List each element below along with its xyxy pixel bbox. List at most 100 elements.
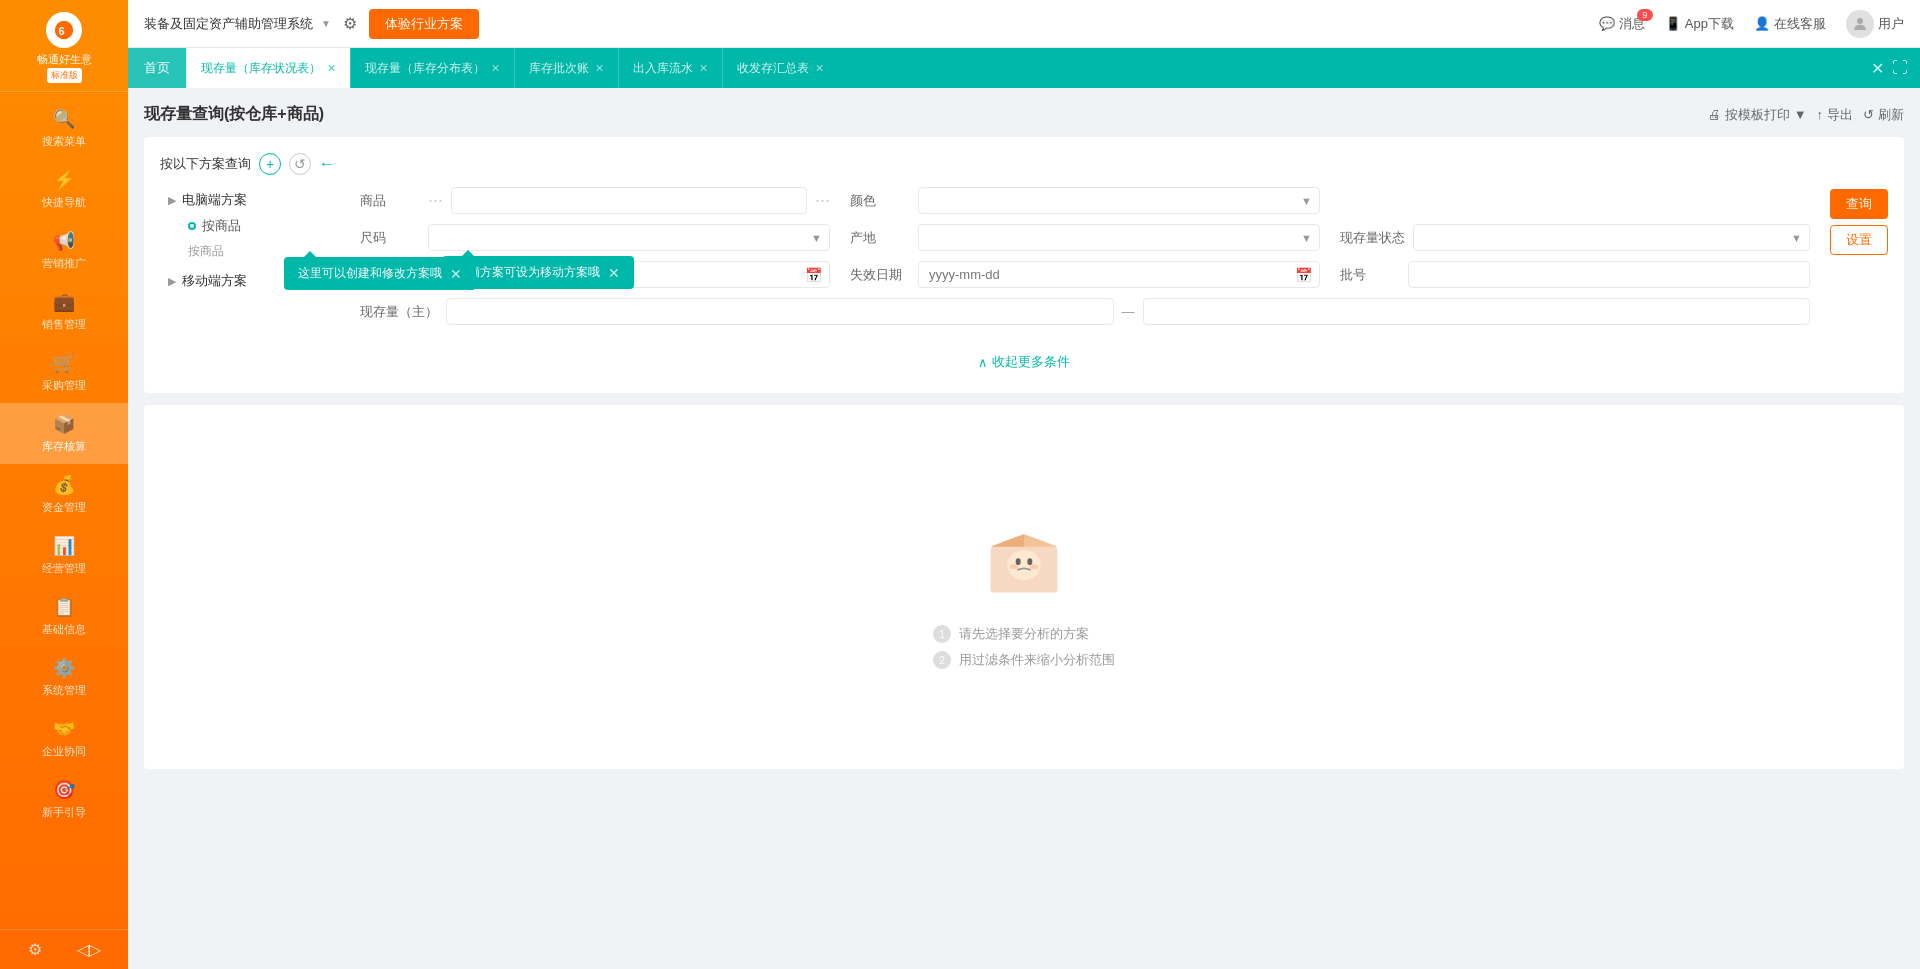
search-button[interactable]: 查询 bbox=[1830, 189, 1888, 219]
topbar: 装备及固定资产辅助管理系统 ▼ ⚙ 体验行业方案 💬 消息 9 📱 App下载 … bbox=[128, 0, 1920, 48]
topbar-gear-icon[interactable]: ⚙ bbox=[343, 14, 357, 33]
color-label: 颜色 bbox=[850, 192, 910, 210]
add-scheme-button[interactable]: + bbox=[259, 153, 281, 175]
product-more-dots: ··· bbox=[815, 190, 830, 211]
sidebar-item-guide[interactable]: 🎯 新手引导 bbox=[0, 769, 128, 830]
tip-number: 1 bbox=[933, 625, 951, 643]
close-all-tabs-icon[interactable]: ✕ bbox=[1871, 59, 1884, 78]
range-separator: — bbox=[1122, 304, 1135, 319]
page-title: 现存量查询(按仓库+商品) bbox=[144, 104, 324, 125]
cart-icon: 🛒 bbox=[53, 352, 75, 374]
sidebar-item-search[interactable]: 🔍 搜索菜单 bbox=[0, 98, 128, 159]
filter-title: 按以下方案查询 bbox=[160, 155, 251, 173]
svg-point-11 bbox=[1030, 564, 1038, 569]
tab-label: 现存量（库存状况表） bbox=[201, 60, 321, 77]
tooltip2-close-icon[interactable]: ✕ bbox=[450, 266, 462, 282]
fullscreen-icon[interactable]: ⛶ bbox=[1892, 59, 1908, 77]
refresh-scheme-button[interactable]: ↺ bbox=[289, 153, 311, 175]
tab-batch-account[interactable]: 库存批次账 ✕ bbox=[514, 48, 618, 88]
sidebar-item-finance[interactable]: 💰 资金管理 bbox=[0, 464, 128, 525]
scheme-desktop-label: 电脑端方案 bbox=[182, 191, 247, 209]
sidebar-item-label: 库存核算 bbox=[42, 439, 86, 454]
dropdown-arrow-icon: ▼ bbox=[1794, 107, 1807, 122]
origin-input[interactable] bbox=[918, 224, 1320, 251]
tree-arrow-icon: ▶ bbox=[168, 275, 176, 288]
logo-text: 畅通好生意 bbox=[37, 52, 92, 66]
svg-point-9 bbox=[1027, 558, 1032, 565]
empty-tip-1: 1 请先选择要分析的方案 bbox=[933, 625, 1115, 643]
tab-close-icon[interactable]: ✕ bbox=[699, 62, 708, 75]
product-dots: ··· bbox=[428, 190, 443, 211]
size-input[interactable] bbox=[428, 224, 830, 251]
tab-inventory-distribution[interactable]: 现存量（库存分布表） ✕ bbox=[350, 48, 514, 88]
sidebar-logo: 6 畅通好生意 标准版 bbox=[0, 0, 128, 92]
empty-tip-2: 2 用过滤条件来缩小分析范围 bbox=[933, 651, 1115, 669]
stock-status-input[interactable] bbox=[1413, 224, 1810, 251]
megaphone-icon: 📢 bbox=[53, 230, 75, 252]
tip-number: 2 bbox=[933, 651, 951, 669]
sidebar-item-sales[interactable]: 💼 销售管理 bbox=[0, 281, 128, 342]
sidebar-item-inventory[interactable]: 📦 库存核算 bbox=[0, 403, 128, 464]
tab-close-icon[interactable]: ✕ bbox=[815, 62, 824, 75]
filter-panel: 电脑方案可设为移动方案哦 ✕ 这里可以创建和修改方案哦 ✕ 按以下方案查询 + … bbox=[144, 137, 1904, 393]
scheme-mobile-label: 移动端方案 bbox=[182, 272, 247, 290]
print-template-button[interactable]: 🖨 按模板打印 ▼ bbox=[1708, 106, 1807, 124]
export-button[interactable]: ↑ 导出 bbox=[1817, 106, 1854, 124]
online-service-item[interactable]: 👤 在线客服 bbox=[1754, 15, 1826, 33]
industry-plan-button[interactable]: 体验行业方案 bbox=[369, 9, 479, 39]
batch-no-label: 批号 bbox=[1340, 266, 1400, 284]
expiry-date-input[interactable] bbox=[918, 261, 1320, 288]
sidebar-item-marketing[interactable]: 📢 营销推广 bbox=[0, 220, 128, 281]
collapse-sidebar-icon[interactable]: ◁▷ bbox=[77, 940, 101, 959]
scheme-child-item[interactable]: 按商品 bbox=[160, 213, 340, 239]
scheme-desktop-item[interactable]: ▶ 电脑端方案 bbox=[160, 187, 340, 213]
logo-icon: 6 bbox=[46, 12, 82, 48]
tab-close-icon[interactable]: ✕ bbox=[491, 62, 500, 75]
message-item[interactable]: 💬 消息 9 bbox=[1599, 15, 1645, 33]
size-field: 尺码 ▼ bbox=[360, 224, 830, 251]
app-download-item[interactable]: 📱 App下载 bbox=[1665, 15, 1734, 33]
page-header: 现存量查询(按仓库+商品) 🖨 按模板打印 ▼ ↑ 导出 ↺ 刷新 bbox=[144, 104, 1904, 125]
tab-inventory-status[interactable]: 现存量（库存状况表） ✕ bbox=[186, 48, 350, 88]
sidebar-item-management[interactable]: 📊 经营管理 bbox=[0, 525, 128, 586]
collapse-filter-button[interactable]: ∧ 收起更多条件 bbox=[160, 347, 1888, 377]
page-actions: 🖨 按模板打印 ▼ ↑ 导出 ↺ 刷新 bbox=[1708, 106, 1904, 124]
expiry-date-field: 失效日期 📅 bbox=[850, 261, 1320, 288]
tab-home[interactable]: 首页 bbox=[128, 48, 186, 88]
color-input[interactable] bbox=[918, 187, 1320, 214]
sidebar-item-system[interactable]: ⚙️ 系统管理 bbox=[0, 647, 128, 708]
app-download-label: App下载 bbox=[1685, 15, 1734, 33]
tab-close-icon[interactable]: ✕ bbox=[595, 62, 604, 75]
stock-qty-min-input[interactable] bbox=[446, 298, 1114, 325]
collapse-label: 收起更多条件 bbox=[992, 353, 1070, 371]
batch-no-input[interactable] bbox=[1408, 261, 1810, 288]
origin-label: 产地 bbox=[850, 229, 910, 247]
sidebar-item-basic[interactable]: 📋 基础信息 bbox=[0, 586, 128, 647]
target-icon: 🎯 bbox=[53, 779, 75, 801]
tab-summary[interactable]: 收发存汇总表 ✕ bbox=[722, 48, 838, 88]
gear-icon: ⚙️ bbox=[53, 657, 75, 679]
tab-inout-flow[interactable]: 出入库流水 ✕ bbox=[618, 48, 722, 88]
set-button[interactable]: 设置 bbox=[1830, 225, 1888, 255]
filter-row2: 尺码 ▼ 产地 ▼ bbox=[360, 224, 1810, 251]
sidebar-item-collab[interactable]: 🤝 企业协同 bbox=[0, 708, 128, 769]
money-icon: 💰 bbox=[53, 474, 75, 496]
settings-bottom-icon[interactable]: ⚙ bbox=[28, 940, 42, 959]
tab-close-icon[interactable]: ✕ bbox=[327, 62, 336, 75]
dropdown-arrow-icon: ▼ bbox=[321, 18, 331, 29]
user-item[interactable]: 用户 bbox=[1846, 10, 1904, 38]
refresh-button[interactable]: ↺ 刷新 bbox=[1863, 106, 1904, 124]
stock-status-select-wrap: ▼ bbox=[1413, 224, 1810, 251]
arrow-left-icon[interactable]: ← bbox=[319, 155, 335, 173]
sidebar-item-purchase[interactable]: 🛒 采购管理 bbox=[0, 342, 128, 403]
print-icon: 🖨 bbox=[1708, 107, 1721, 122]
product-input[interactable] bbox=[451, 187, 807, 214]
tooltip1-close-icon[interactable]: ✕ bbox=[608, 265, 620, 281]
tree-arrow-icon: ▶ bbox=[168, 194, 176, 207]
stock-qty-max-input[interactable] bbox=[1143, 298, 1811, 325]
dot-icon bbox=[188, 222, 196, 230]
tabbar: 首页 现存量（库存状况表） ✕ 现存量（库存分布表） ✕ 库存批次账 ✕ 出入库… bbox=[128, 48, 1920, 88]
topbar-system: 装备及固定资产辅助管理系统 ▼ bbox=[144, 15, 331, 33]
sidebar-item-nav[interactable]: ⚡ 快捷导航 bbox=[0, 159, 128, 220]
lightning-icon: ⚡ bbox=[53, 169, 75, 191]
